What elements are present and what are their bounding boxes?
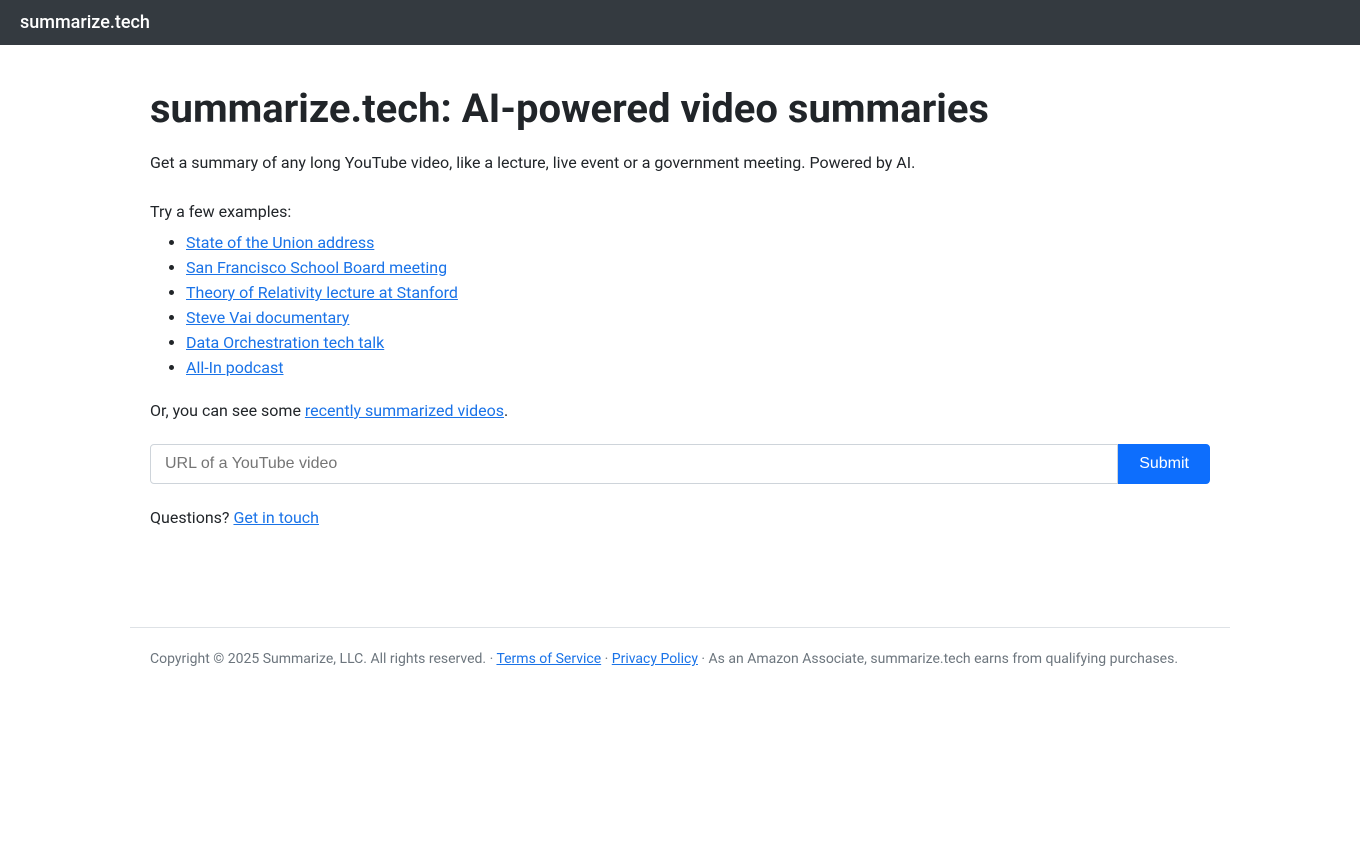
copyright-text: Copyright © 2025 Summarize, LLC. All rig… — [150, 651, 496, 667]
site-footer: Copyright © 2025 Summarize, LLC. All rig… — [130, 627, 1230, 710]
footer-text: Copyright © 2025 Summarize, LLC. All rig… — [150, 648, 1210, 670]
subtitle: Get a summary of any long YouTube video,… — [150, 153, 1210, 172]
examples-label: Try a few examples: — [150, 202, 1210, 221]
url-input[interactable] — [150, 444, 1118, 484]
site-header: summarize.tech — [0, 0, 1360, 45]
amazon-text: · As an Amazon Associate, summarize.tech… — [698, 651, 1178, 667]
list-item: Data Orchestration tech talk — [186, 333, 1210, 352]
questions-prefix: Questions? — [150, 508, 233, 527]
terms-link[interactable]: Terms of Service — [496, 651, 601, 667]
privacy-link[interactable]: Privacy Policy — [612, 651, 698, 667]
recent-videos-link[interactable]: recently summarized videos — [305, 401, 504, 420]
or-line-prefix: Or, you can see some — [150, 401, 305, 420]
examples-list: State of the Union address San Francisco … — [150, 233, 1210, 377]
contact-link[interactable]: Get in touch — [233, 508, 319, 527]
example-link[interactable]: State of the Union address — [186, 233, 374, 252]
list-item: Theory of Relativity lecture at Stanford — [186, 283, 1210, 302]
list-item: State of the Union address — [186, 233, 1210, 252]
example-link[interactable]: Steve Vai documentary — [186, 308, 349, 327]
list-item: All-In podcast — [186, 358, 1210, 377]
questions-line: Questions? Get in touch — [150, 508, 1210, 527]
example-link[interactable]: Data Orchestration tech talk — [186, 333, 384, 352]
page-title: summarize.tech: AI-powered video summari… — [150, 85, 1210, 133]
submit-button[interactable]: Submit — [1118, 444, 1210, 484]
footer-separator1: · — [601, 651, 612, 667]
list-item: Steve Vai documentary — [186, 308, 1210, 327]
or-line: Or, you can see some recently summarized… — [150, 401, 1210, 420]
list-item: San Francisco School Board meeting — [186, 258, 1210, 277]
example-link[interactable]: All-In podcast — [186, 358, 284, 377]
or-line-suffix: . — [504, 401, 508, 420]
example-link[interactable]: San Francisco School Board meeting — [186, 258, 447, 277]
example-link[interactable]: Theory of Relativity lecture at Stanford — [186, 283, 458, 302]
url-form: Submit — [150, 444, 1210, 484]
brand-link[interactable]: summarize.tech — [20, 12, 150, 33]
